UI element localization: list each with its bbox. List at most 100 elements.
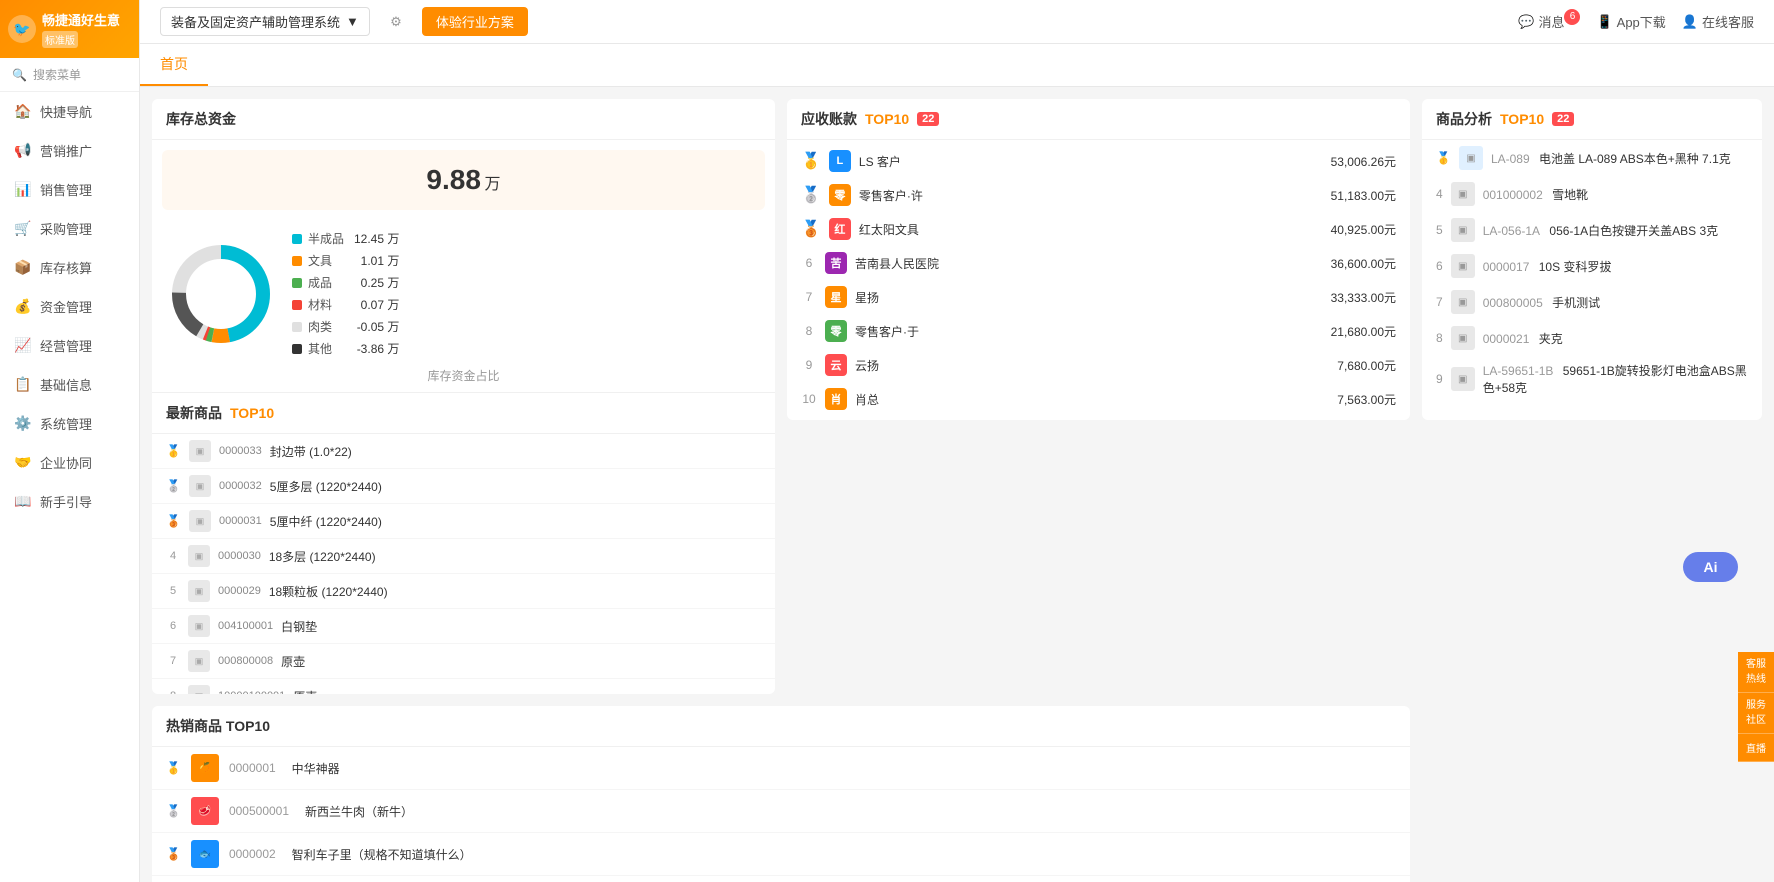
avatar-5: 星	[825, 286, 847, 308]
message-label: 消息	[1538, 12, 1564, 31]
hp-item-3[interactable]: 🥉 🐟 0000002 智利车子里（规格不知道填什么）	[152, 833, 1410, 876]
pa-icon-4: ▣	[1451, 254, 1475, 278]
pa-info-1: LA-089 电池盖 LA-089 ABS本色+黑种 7.1克	[1491, 150, 1748, 167]
float-btn-live[interactable]: 直播	[1738, 734, 1774, 762]
np-name-1: 封边带 (1.0*22)	[270, 443, 352, 460]
rank-6: 8	[801, 324, 817, 338]
pa-item-2[interactable]: 4 ▣ 001000002 雪地靴	[1422, 176, 1762, 212]
pa-icon-1: ▣	[1459, 146, 1483, 170]
pa-code-2: 001000002	[1483, 188, 1543, 202]
np-item-8[interactable]: 8 ▣ 10000100001 原壶	[152, 679, 775, 694]
sidebar-item-operation[interactable]: 📈 经营管理	[0, 326, 139, 365]
pa-item-7[interactable]: 9 ▣ LA-59651-1B 59651-1B旋转投影灯电池盒ABS黑色+58…	[1422, 356, 1762, 402]
customer-item-3[interactable]: 🥉 红 红太阳文具 40,925.00元	[787, 212, 1410, 246]
pa-info-6: 0000021 夹克	[1483, 330, 1748, 347]
float-btn-community[interactable]: 服务 社区	[1738, 693, 1774, 734]
hp-medal-3: 🥉	[166, 847, 181, 861]
sidebar-item-home[interactable]: 🏠 快捷导航	[0, 92, 139, 131]
pa-item-3[interactable]: 5 ▣ LA-056-1A 056-1A白色按键开关盖ABS 3克	[1422, 212, 1762, 248]
legend-name-4: 材料	[308, 296, 355, 313]
np-item-6[interactable]: 6 ▣ 004100001 白钢垫	[152, 609, 775, 644]
sidebar-item-guide[interactable]: 📖 新手引导	[0, 482, 139, 521]
hp-item-2[interactable]: 🥈 🥩 000500001 新西兰牛肉（新牛）	[152, 790, 1410, 833]
np-code-3: 0000031	[219, 515, 262, 527]
sidebar-item-collab[interactable]: 🤝 企业协同	[0, 443, 139, 482]
sidebar-search[interactable]: 🔍 搜索菜单	[0, 58, 139, 92]
legend-val-3: 0.25 万	[361, 274, 400, 291]
nav-label-finance: 资金管理	[40, 297, 92, 316]
live-btn-label: 直播	[1746, 740, 1766, 755]
bottom-grid: 热销商品 TOP10 🥇 🍊 0000001 中华神器 🥈 🥩 00050000…	[152, 706, 1762, 882]
pa-badge: 22	[1552, 112, 1574, 126]
legend-name-3: 成品	[308, 274, 355, 291]
ai-bubble[interactable]: Ai	[1683, 552, 1738, 582]
ar-top10-label: TOP10	[865, 111, 909, 127]
avatar-6: 零	[825, 320, 847, 342]
np-item-7[interactable]: 7 ▣ 000800008 原壶	[152, 644, 775, 679]
sidebar-item-marketing[interactable]: 📢 营销推广	[0, 131, 139, 170]
pa-item-6[interactable]: 8 ▣ 0000021 夹克	[1422, 320, 1762, 356]
np-item-2[interactable]: 🥈 ▣ 0000032 5厘多层 (1220*2440)	[152, 469, 775, 504]
pa-item-5[interactable]: 7 ▣ 000800005 手机测试	[1422, 284, 1762, 320]
np-code-5: 0000029	[218, 585, 261, 597]
legend-dot-5	[292, 322, 302, 332]
sidebar-item-system[interactable]: ⚙️ 系统管理	[0, 404, 139, 443]
pa-icon-5: ▣	[1451, 290, 1475, 314]
settings-button[interactable]: ⚙	[382, 8, 410, 36]
sidebar-item-sales[interactable]: 📊 销售管理	[0, 170, 139, 209]
legend-name-5: 肉类	[308, 318, 351, 335]
np-item-5[interactable]: 5 ▣ 0000029 18颗粒板 (1220*2440)	[152, 574, 775, 609]
basic-icon: 📋	[14, 376, 32, 394]
float-btn-service[interactable]: 客服 热线	[1738, 652, 1774, 693]
np-item-3[interactable]: 🥉 ▣ 0000031 5厘中纤 (1220*2440)	[152, 504, 775, 539]
customer-item-5[interactable]: 7 星 星扬 33,333.00元	[787, 280, 1410, 314]
new-products-title: 最新商品	[166, 403, 222, 423]
purchase-icon: 🛒	[14, 220, 32, 238]
np-item-4[interactable]: 4 ▣ 0000030 18多层 (1220*2440)	[152, 539, 775, 574]
customer-item-4[interactable]: 6 苦 苦南县人民医院 36,600.00元	[787, 246, 1410, 280]
name-2: 零售客户·许	[859, 187, 1323, 204]
pa-info-5: 000800005 手机测试	[1483, 294, 1748, 311]
name-5: 星扬	[855, 289, 1323, 306]
customer-item-1[interactable]: 🥇 L LS 客户 53,006.26元	[787, 144, 1410, 178]
np-item-1[interactable]: 🥇 ▣ 0000033 封边带 (1.0*22)	[152, 434, 775, 469]
tab-home[interactable]: 首页	[140, 44, 208, 86]
app-download-button[interactable]: 📱 App下载	[1596, 12, 1665, 31]
message-button[interactable]: 💬 消息 6	[1518, 12, 1580, 31]
pa-rank-4: 6	[1436, 259, 1443, 273]
ar-panel-header: 应收账款 TOP10 22	[787, 99, 1410, 140]
trial-button[interactable]: 体验行业方案	[422, 7, 528, 36]
pa-info-7: LA-59651-1B 59651-1B旋转投影灯电池盒ABS黑色+58克	[1483, 362, 1748, 396]
online-service-button[interactable]: 👤 在线客服	[1682, 12, 1754, 31]
amount-3: 40,925.00元	[1331, 221, 1396, 238]
operation-icon: 📈	[14, 337, 32, 355]
pa-name-2: 雪地靴	[1552, 188, 1588, 202]
new-products-list: 🥇 ▣ 0000033 封边带 (1.0*22) 🥈 ▣ 0000032 5厘多…	[152, 434, 775, 694]
inv-panel-header: 库存总资金	[152, 99, 775, 140]
nav-label-operation: 经营管理	[40, 336, 92, 355]
collab-icon: 🤝	[14, 454, 32, 472]
np-name-6: 白钢垫	[281, 618, 317, 635]
sidebar-item-basic[interactable]: 📋 基础信息	[0, 365, 139, 404]
hp-img-3: 🐟	[191, 840, 219, 868]
customer-item-7[interactable]: 9 云 云扬 7,680.00元	[787, 348, 1410, 382]
app-label: App下载	[1617, 12, 1666, 31]
pa-item-1[interactable]: 🥇 ▣ LA-089 电池盖 LA-089 ABS本色+黑种 7.1克	[1422, 140, 1762, 176]
nav-label-collab: 企业协同	[40, 453, 92, 472]
inventory-unit: 万	[485, 176, 501, 193]
customer-item-6[interactable]: 8 零 零售客户·于 21,680.00元	[787, 314, 1410, 348]
system-selector[interactable]: 装备及固定资产辅助管理系统 ▼	[160, 7, 370, 36]
pa-medal-1: 🥇	[1436, 151, 1451, 165]
home-icon: 🏠	[14, 103, 32, 121]
legend-item-5: 肉类 -0.05 万	[292, 318, 399, 335]
rank-4: 6	[801, 256, 817, 270]
pa-item-4[interactable]: 6 ▣ 0000017 10S 变科罗拔	[1422, 248, 1762, 284]
hp-item-4[interactable]: 4 01 45#	[152, 876, 1410, 882]
sidebar-item-inventory[interactable]: 📦 库存核算	[0, 248, 139, 287]
sidebar-item-purchase[interactable]: 🛒 采购管理	[0, 209, 139, 248]
customer-item-2[interactable]: 🥈 零 零售客户·许 51,183.00元	[787, 178, 1410, 212]
sidebar-item-finance[interactable]: 💰 资金管理	[0, 287, 139, 326]
hp-item-1[interactable]: 🥇 🍊 0000001 中华神器	[152, 747, 1410, 790]
customer-item-8[interactable]: 10 肖 肖总 7,563.00元	[787, 382, 1410, 416]
np-icon-5: ▣	[188, 580, 210, 602]
